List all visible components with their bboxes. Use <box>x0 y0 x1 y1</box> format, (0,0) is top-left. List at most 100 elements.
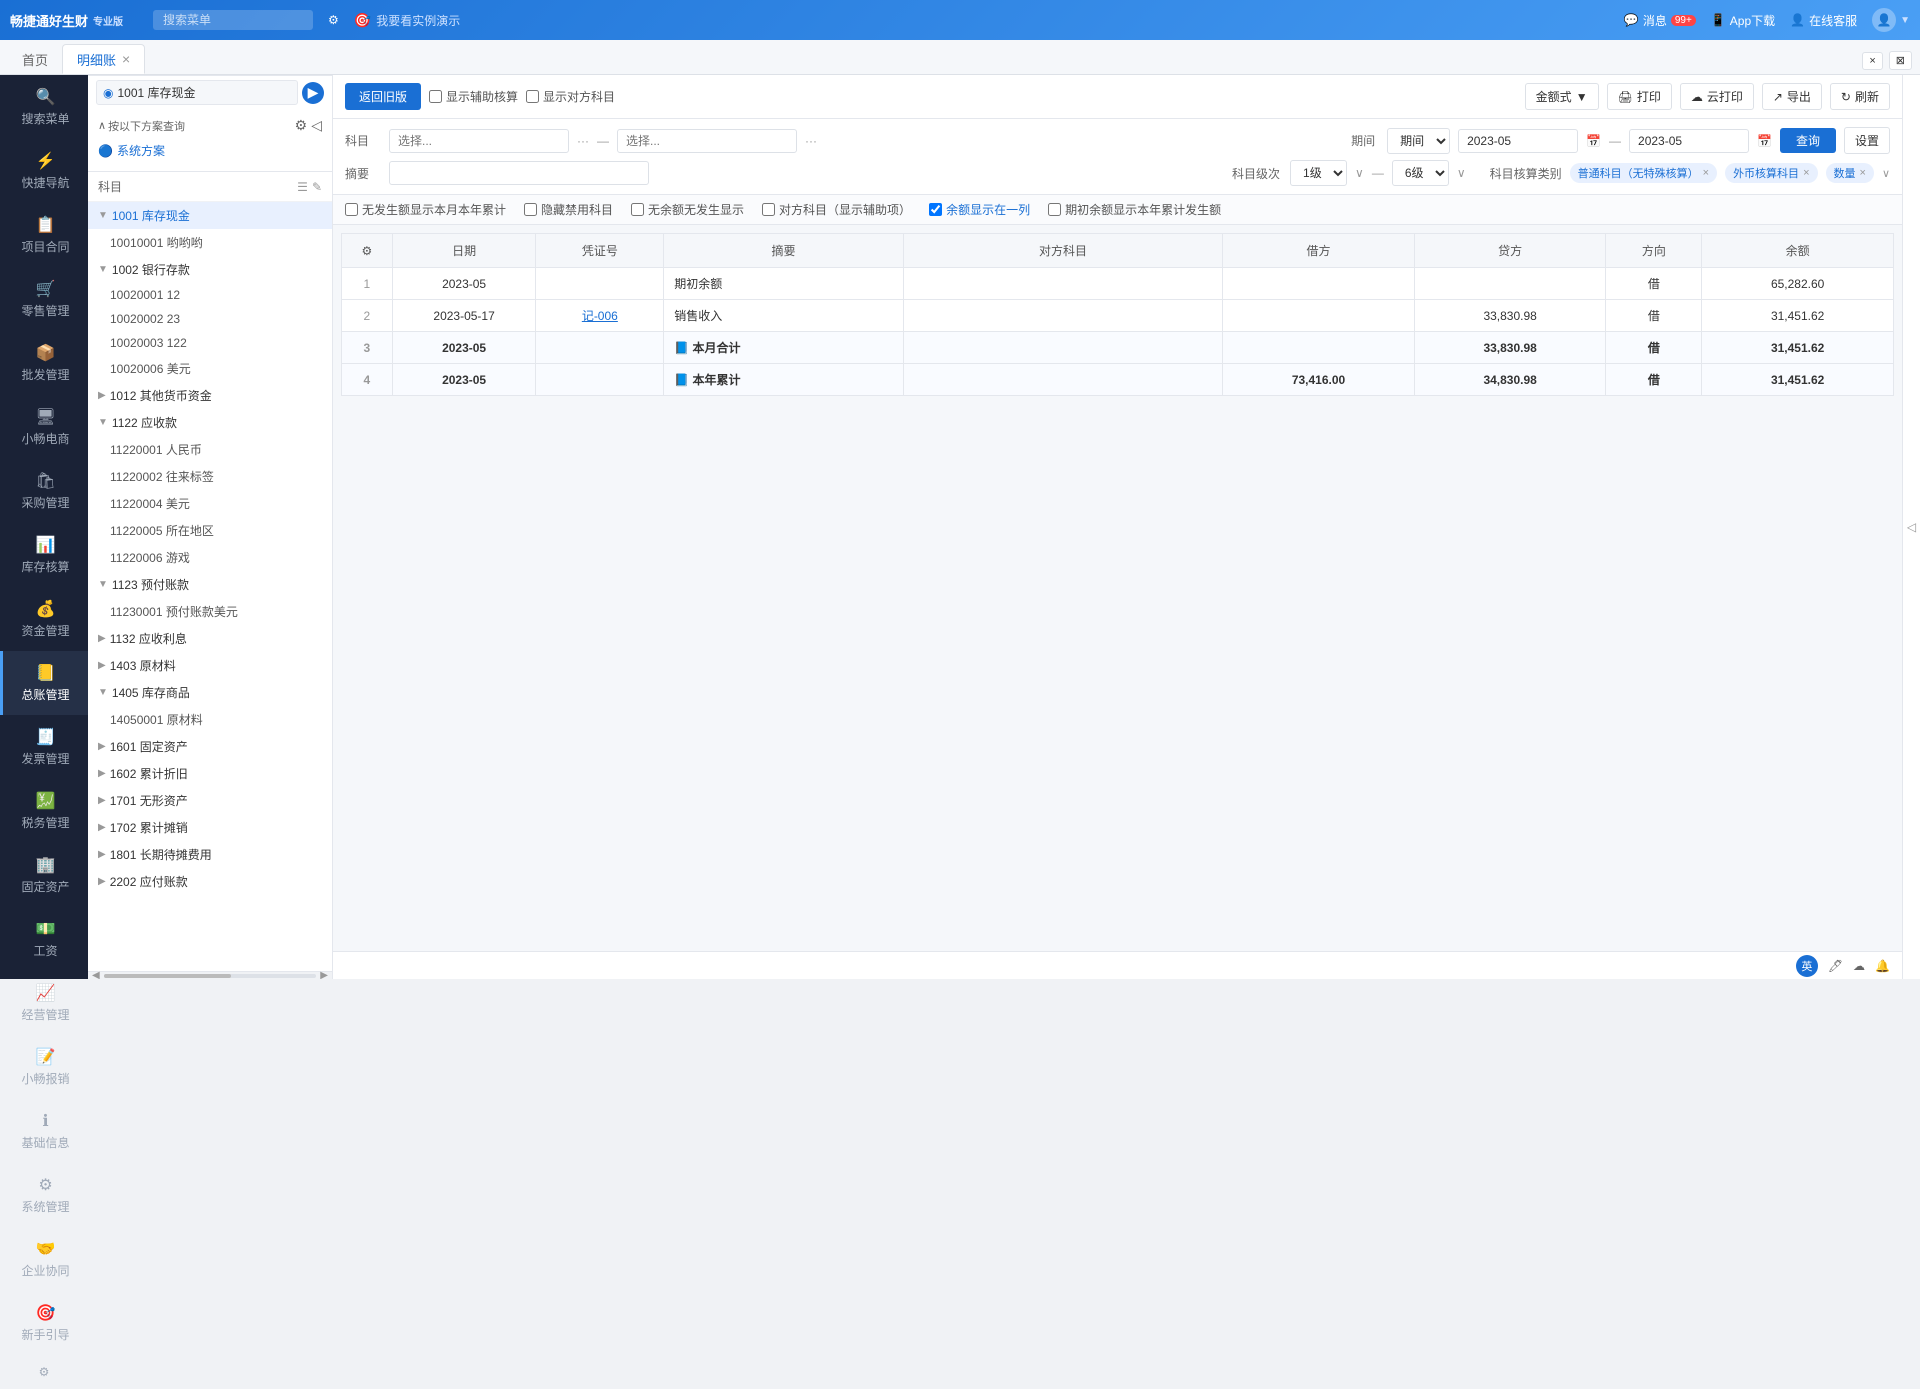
sidebar-item-assets[interactable]: 🏢 固定资产 <box>0 843 88 907</box>
show-aux-checkbox[interactable] <box>429 90 442 103</box>
level-to-select[interactable]: 6级 <box>1392 160 1449 186</box>
tree-item-2202[interactable]: ▶ 2202 应付账款 <box>88 868 332 895</box>
scroll-right-button[interactable]: ▶ <box>320 970 328 979</box>
amount-mode-button[interactable]: 金额式 ▼ <box>1525 83 1599 110</box>
tree-item-10020001[interactable]: 10020001 12 <box>88 283 332 307</box>
sidebar-item-invoice[interactable]: 🧾 发票管理 <box>0 715 88 779</box>
sidebar-item-expense[interactable]: 📝 小畅报销 <box>0 1035 88 1099</box>
export-button[interactable]: ↗ 导出 <box>1762 83 1822 110</box>
sidebar-item-operations[interactable]: 📈 经营管理 <box>0 971 88 1035</box>
sidebar-item-purchase[interactable]: 🛍 采购管理 <box>0 459 88 523</box>
query-system-option[interactable]: 🔵 系统方案 <box>98 138 322 163</box>
sidebar-item-guide[interactable]: 🎯 新手引导 <box>0 1291 88 1355</box>
sidebar-item-sysadmin[interactable]: ⚙ 系统管理 <box>0 1163 88 1227</box>
app-download-button[interactable]: 📱 App下载 <box>1711 12 1775 29</box>
show-opposite-checkbox[interactable] <box>526 90 539 103</box>
message-button[interactable]: 💬 消息 99+ <box>1624 12 1696 29</box>
nav-forward-button[interactable]: ▶ <box>302 82 324 104</box>
tag-quantity-remove[interactable]: × <box>1860 167 1866 179</box>
bottom-cloud-icon[interactable]: ☁ <box>1853 959 1865 973</box>
print-button[interactable]: 🖨 打印 <box>1607 83 1672 110</box>
tree-item-1403[interactable]: ▶ 1403 原材料 <box>88 652 332 679</box>
cloud-print-button[interactable]: ☁ 云打印 <box>1680 83 1754 110</box>
query-collapse-icon[interactable]: ◁ <box>311 117 322 134</box>
tree-item-1601[interactable]: ▶ 1601 固定资产 <box>88 733 332 760</box>
tab-detail[interactable]: 明细账 × <box>62 44 145 74</box>
tree-item-1405[interactable]: ▼ 1405 库存商品 <box>88 679 332 706</box>
summary-filter-input[interactable] <box>389 161 649 185</box>
tree-item-1602[interactable]: ▶ 1602 累计折旧 <box>88 760 332 787</box>
sidebar-item-ledger[interactable]: 📒 总账管理 <box>0 651 88 715</box>
tree-item-1801[interactable]: ▶ 1801 长期待摊费用 <box>88 841 332 868</box>
search-input[interactable] <box>153 10 313 30</box>
scroll-left-button[interactable]: ◀ <box>92 970 100 979</box>
opt-no-balance-checkbox[interactable] <box>631 203 644 216</box>
right-collapse-panel[interactable]: ◁ <box>1902 75 1920 979</box>
user-avatar[interactable]: 👤 ▼ <box>1872 8 1910 32</box>
tree-item-11220004[interactable]: 11220004 美元 <box>88 490 332 517</box>
tree-item-11230001[interactable]: 11230001 预付账款美元 <box>88 598 332 625</box>
tree-item-10010001[interactable]: 10010001 哟哟哟 <box>88 229 332 256</box>
sidebar-item-basicinfo[interactable]: ℹ 基础信息 <box>0 1099 88 1163</box>
settings-button[interactable]: 设置 <box>1844 127 1890 154</box>
account-type-down-icon[interactable]: ∨ <box>1882 167 1890 180</box>
tree-item-1123[interactable]: ▼ 1123 预付账款 <box>88 571 332 598</box>
tree-list-icon[interactable]: ☰ <box>297 180 308 194</box>
tree-item-11220002[interactable]: 11220002 往来标签 <box>88 463 332 490</box>
bottom-notify-icon[interactable]: 🔔 <box>1875 959 1890 973</box>
close-all-button[interactable]: × <box>1862 52 1882 70</box>
sidebar-item-inventory[interactable]: 📊 库存核算 <box>0 523 88 587</box>
tree-item-11220006[interactable]: 11220006 游戏 <box>88 544 332 571</box>
tree-item-1701[interactable]: ▶ 1701 无形资产 <box>88 787 332 814</box>
tree-item-10020002[interactable]: 10020002 23 <box>88 307 332 331</box>
sidebar-item-funds[interactable]: 💰 资金管理 <box>0 587 88 651</box>
account-filter-input[interactable] <box>389 129 569 153</box>
period-calendar-to-icon[interactable]: 📅 <box>1757 134 1772 148</box>
return-old-version-button[interactable]: 返回旧版 <box>345 83 421 110</box>
tag-normal-account-remove[interactable]: × <box>1703 167 1709 179</box>
opt-balance-one-col-checkbox[interactable] <box>929 203 942 216</box>
opt-opening-ytd-checkbox[interactable] <box>1048 203 1061 216</box>
level-from-select[interactable]: 1级 2级 <box>1290 160 1347 186</box>
tree-item-14050001[interactable]: 14050001 原材料 <box>88 706 332 733</box>
collapse-query-button[interactable]: ∧ 按以下方案查询 <box>98 118 185 134</box>
tree-item-1122[interactable]: ▼ 1122 应收款 <box>88 409 332 436</box>
tree-item-11220001[interactable]: 11220001 人民币 <box>88 436 332 463</box>
tree-item-1702[interactable]: ▶ 1702 累计摊销 <box>88 814 332 841</box>
tree-item-1002[interactable]: ▼ 1002 银行存款 <box>88 256 332 283</box>
period-from-input[interactable] <box>1458 129 1578 153</box>
tree-edit-icon[interactable]: ✎ <box>312 180 322 194</box>
account-more-icon[interactable]: ··· <box>577 134 589 148</box>
tree-item-10020003[interactable]: 10020003 122 <box>88 331 332 355</box>
tree-item-1001[interactable]: ▼ 1001 库存现金 <box>88 202 332 229</box>
tree-item-1012[interactable]: ▶ 1012 其他货币资金 <box>88 382 332 409</box>
settings-icon[interactable]: ⚙ <box>328 13 339 27</box>
refresh-button[interactable]: ↻ 刷新 <box>1830 83 1890 110</box>
tag-foreign-currency-remove[interactable]: × <box>1803 167 1809 179</box>
demo-link[interactable]: 🎯 我要看实例演示 <box>354 12 460 29</box>
sidebar-item-salary[interactable]: 💵 工资 <box>0 907 88 971</box>
account-to-input[interactable] <box>617 129 797 153</box>
tree-item-11220005[interactable]: 11220005 所在地区 <box>88 517 332 544</box>
tree-item-1132[interactable]: ▶ 1132 应收利息 <box>88 625 332 652</box>
opt-hide-disabled-checkbox[interactable] <box>524 203 537 216</box>
sidebar-item-ecommerce[interactable]: 🖥 小畅电商 <box>0 395 88 459</box>
opt-no-transaction-checkbox[interactable] <box>345 203 358 216</box>
sidebar-item-wholesale[interactable]: 📦 批发管理 <box>0 331 88 395</box>
sidebar-item-project[interactable]: 📋 项目合同 <box>0 203 88 267</box>
sidebar-item-quicknav[interactable]: ⚡ 快捷导航 <box>0 139 88 203</box>
tab-home[interactable]: 首页 <box>8 44 62 74</box>
query-settings-icon[interactable]: ⚙ <box>295 117 308 134</box>
bottom-edit-icon[interactable]: 🖊 <box>1828 959 1843 973</box>
sidebar-bottom-settings[interactable]: ⚙ <box>0 1355 88 1389</box>
sidebar-item-retail[interactable]: 🛒 零售管理 <box>0 267 88 331</box>
query-button[interactable]: 查询 <box>1780 128 1836 153</box>
account-to-more-icon[interactable]: ··· <box>805 134 817 148</box>
voucher-link-2[interactable]: 记-006 <box>582 309 618 323</box>
period-to-input[interactable] <box>1629 129 1749 153</box>
period-calendar-from-icon[interactable]: 📅 <box>1586 134 1601 148</box>
period-type-select[interactable]: 期间 <box>1387 128 1450 154</box>
sidebar-item-search[interactable]: 🔍 搜索菜单 <box>0 75 88 139</box>
sidebar-item-tax[interactable]: 💹 税务管理 <box>0 779 88 843</box>
expand-window-button[interactable]: ⊠ <box>1889 51 1912 70</box>
